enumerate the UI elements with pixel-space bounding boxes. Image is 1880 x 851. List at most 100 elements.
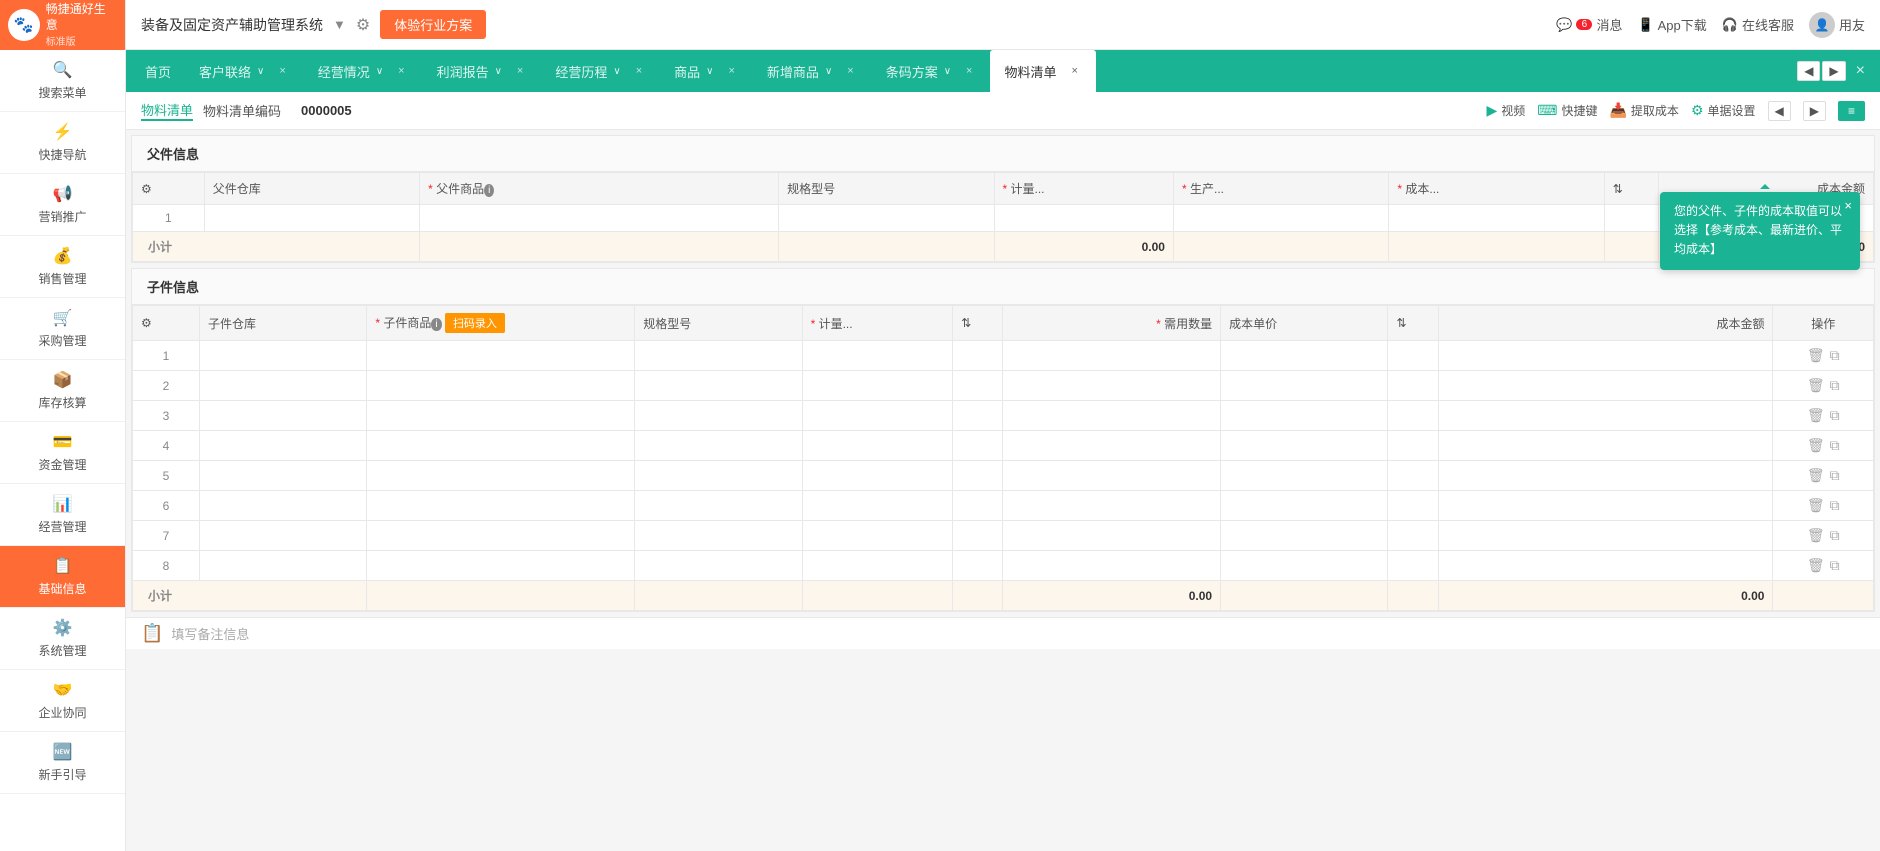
child-unit-1[interactable] bbox=[802, 341, 953, 371]
child-spec-7[interactable] bbox=[635, 521, 802, 551]
child-qty-1[interactable] bbox=[1003, 341, 1221, 371]
sidebar-item-quicknav[interactable]: ⚡ 快捷导航 bbox=[0, 112, 125, 174]
child-qty-2[interactable] bbox=[1003, 371, 1221, 401]
copy-icon-7[interactable]: ⧉ bbox=[1830, 527, 1840, 544]
sidebar-item-system[interactable]: ⚙️ 系统管理 bbox=[0, 608, 125, 670]
child-warehouse-6[interactable] bbox=[199, 491, 366, 521]
delete-icon-6[interactable]: 🗑 bbox=[1807, 497, 1825, 514]
tab-product[interactable]: 商品 ∨ × bbox=[660, 50, 753, 92]
app-download-item[interactable]: 📱 App下载 bbox=[1637, 15, 1706, 34]
tab-newproduct-close[interactable]: × bbox=[843, 64, 857, 78]
child-unit-8[interactable] bbox=[802, 551, 953, 581]
notes-hint[interactable]: 填写备注信息 bbox=[171, 624, 249, 643]
child-product-7[interactable] bbox=[367, 521, 635, 551]
child-qty-4[interactable] bbox=[1003, 431, 1221, 461]
child-qty-3[interactable] bbox=[1003, 401, 1221, 431]
gear-icon[interactable]: ⚙ bbox=[356, 15, 370, 35]
child-spec-6[interactable] bbox=[635, 491, 802, 521]
delete-icon-5[interactable]: 🗑 bbox=[1807, 467, 1825, 484]
sidebar-item-enterprise[interactable]: 🤝 企业协同 bbox=[0, 670, 125, 732]
child-spec-5[interactable] bbox=[635, 461, 802, 491]
tooltip-close-button[interactable]: × bbox=[1844, 196, 1852, 217]
child-unit-2[interactable] bbox=[802, 371, 953, 401]
tab-close-all[interactable]: × bbox=[1846, 62, 1875, 80]
child-product-6[interactable] bbox=[367, 491, 635, 521]
parent-col-settings[interactable]: ⚙ bbox=[133, 173, 205, 205]
child-product-2[interactable] bbox=[367, 371, 635, 401]
child-qty-7[interactable] bbox=[1003, 521, 1221, 551]
child-unitprice-7[interactable] bbox=[1221, 521, 1388, 551]
sidebar-item-marketing[interactable]: 📢 营销推广 bbox=[0, 174, 125, 236]
sidebar-item-purchase[interactable]: 🛒 采购管理 bbox=[0, 298, 125, 360]
scan-input-button[interactable]: 扫码录入 bbox=[445, 313, 505, 333]
tab-profit[interactable]: 利润报告 ∨ × bbox=[423, 50, 542, 92]
parent-cost-1[interactable] bbox=[1389, 205, 1604, 232]
child-product-5[interactable] bbox=[367, 461, 635, 491]
sidebar-item-finance[interactable]: 💳 资金管理 bbox=[0, 422, 125, 484]
child-product-3[interactable] bbox=[367, 401, 635, 431]
parent-unit-1[interactable] bbox=[994, 205, 1173, 232]
delete-icon-8[interactable]: 🗑 bbox=[1807, 557, 1825, 574]
child-col-settings[interactable]: ⚙ bbox=[133, 306, 200, 341]
tab-business[interactable]: 经营情况 ∨ × bbox=[304, 50, 423, 92]
delete-icon-3[interactable]: 🗑 bbox=[1807, 407, 1825, 424]
child-unitprice-6[interactable] bbox=[1221, 491, 1388, 521]
single-settings-item[interactable]: ⚙ 单据设置 bbox=[1691, 102, 1756, 119]
sidebar-item-operation[interactable]: 📊 经营管理 bbox=[0, 484, 125, 546]
parent-warehouse-1[interactable] bbox=[204, 205, 419, 232]
child-unitprice-3[interactable] bbox=[1221, 401, 1388, 431]
child-product-4[interactable] bbox=[367, 431, 635, 461]
child-spec-8[interactable] bbox=[635, 551, 802, 581]
copy-icon-6[interactable]: ⧉ bbox=[1830, 497, 1840, 514]
child-unit-3[interactable] bbox=[802, 401, 953, 431]
child-unitprice-2[interactable] bbox=[1221, 371, 1388, 401]
child-warehouse-2[interactable] bbox=[199, 371, 366, 401]
tab-profit-close[interactable]: × bbox=[513, 64, 527, 78]
delete-icon-2[interactable]: 🗑 bbox=[1807, 377, 1825, 394]
parent-product-1[interactable] bbox=[420, 205, 779, 232]
grid-view-button[interactable]: ≡ bbox=[1838, 101, 1865, 121]
sidebar-item-basic[interactable]: 📋 基础信息 bbox=[0, 546, 125, 608]
delete-icon-1[interactable]: 🗑 bbox=[1807, 347, 1825, 364]
child-warehouse-5[interactable] bbox=[199, 461, 366, 491]
tab-nav-left[interactable]: ◀ bbox=[1797, 61, 1820, 81]
tab-nav-right[interactable]: ▶ bbox=[1822, 61, 1845, 81]
user-item[interactable]: 👤 用友 bbox=[1809, 12, 1865, 38]
child-unit-7[interactable] bbox=[802, 521, 953, 551]
nav-prev-button[interactable]: ◀ bbox=[1768, 101, 1791, 121]
child-product-8[interactable] bbox=[367, 551, 635, 581]
page-tab-code[interactable]: 物料清单编码 bbox=[203, 101, 281, 120]
copy-icon-1[interactable]: ⧉ bbox=[1830, 347, 1840, 364]
child-warehouse-1[interactable] bbox=[199, 341, 366, 371]
dropdown-arrow-icon[interactable]: ▼ bbox=[333, 17, 346, 32]
child-warehouse-7[interactable] bbox=[199, 521, 366, 551]
delete-icon-7[interactable]: 🗑 bbox=[1807, 527, 1825, 544]
tab-business-close[interactable]: × bbox=[394, 64, 408, 78]
sidebar-item-guide[interactable]: 🆕 新手引导 bbox=[0, 732, 125, 794]
child-unit-6[interactable] bbox=[802, 491, 953, 521]
child-qty-5[interactable] bbox=[1003, 461, 1221, 491]
child-spec-1[interactable] bbox=[635, 341, 802, 371]
delete-icon-4[interactable]: 🗑 bbox=[1807, 437, 1825, 454]
page-tab-bom[interactable]: 物料清单 bbox=[141, 100, 193, 121]
copy-icon-8[interactable]: ⧉ bbox=[1830, 557, 1840, 574]
child-spec-3[interactable] bbox=[635, 401, 802, 431]
child-unit-4[interactable] bbox=[802, 431, 953, 461]
shortcut-toolbar-item[interactable]: ⌨ 快捷键 bbox=[1537, 102, 1597, 119]
child-unitprice-1[interactable] bbox=[1221, 341, 1388, 371]
sidebar-item-search[interactable]: 🔍 搜索菜单 bbox=[0, 50, 125, 112]
copy-icon-5[interactable]: ⧉ bbox=[1830, 467, 1840, 484]
copy-icon-4[interactable]: ⧉ bbox=[1830, 437, 1840, 454]
tab-home[interactable]: 首页 bbox=[131, 50, 185, 92]
copy-icon-2[interactable]: ⧉ bbox=[1830, 377, 1840, 394]
copy-icon-3[interactable]: ⧉ bbox=[1830, 407, 1840, 424]
tab-barcode-close[interactable]: × bbox=[962, 64, 976, 78]
tab-product-close[interactable]: × bbox=[724, 64, 738, 78]
parent-production-1[interactable] bbox=[1173, 205, 1388, 232]
messages-item[interactable]: 💬 6 消息 bbox=[1556, 15, 1622, 34]
tab-bom[interactable]: 物料清单 × bbox=[990, 50, 1095, 92]
tab-customer-close[interactable]: × bbox=[275, 64, 289, 78]
tab-customer[interactable]: 客户联络 ∨ × bbox=[185, 50, 304, 92]
trial-button[interactable]: 体验行业方案 bbox=[380, 10, 486, 39]
nav-next-button[interactable]: ▶ bbox=[1803, 101, 1826, 121]
